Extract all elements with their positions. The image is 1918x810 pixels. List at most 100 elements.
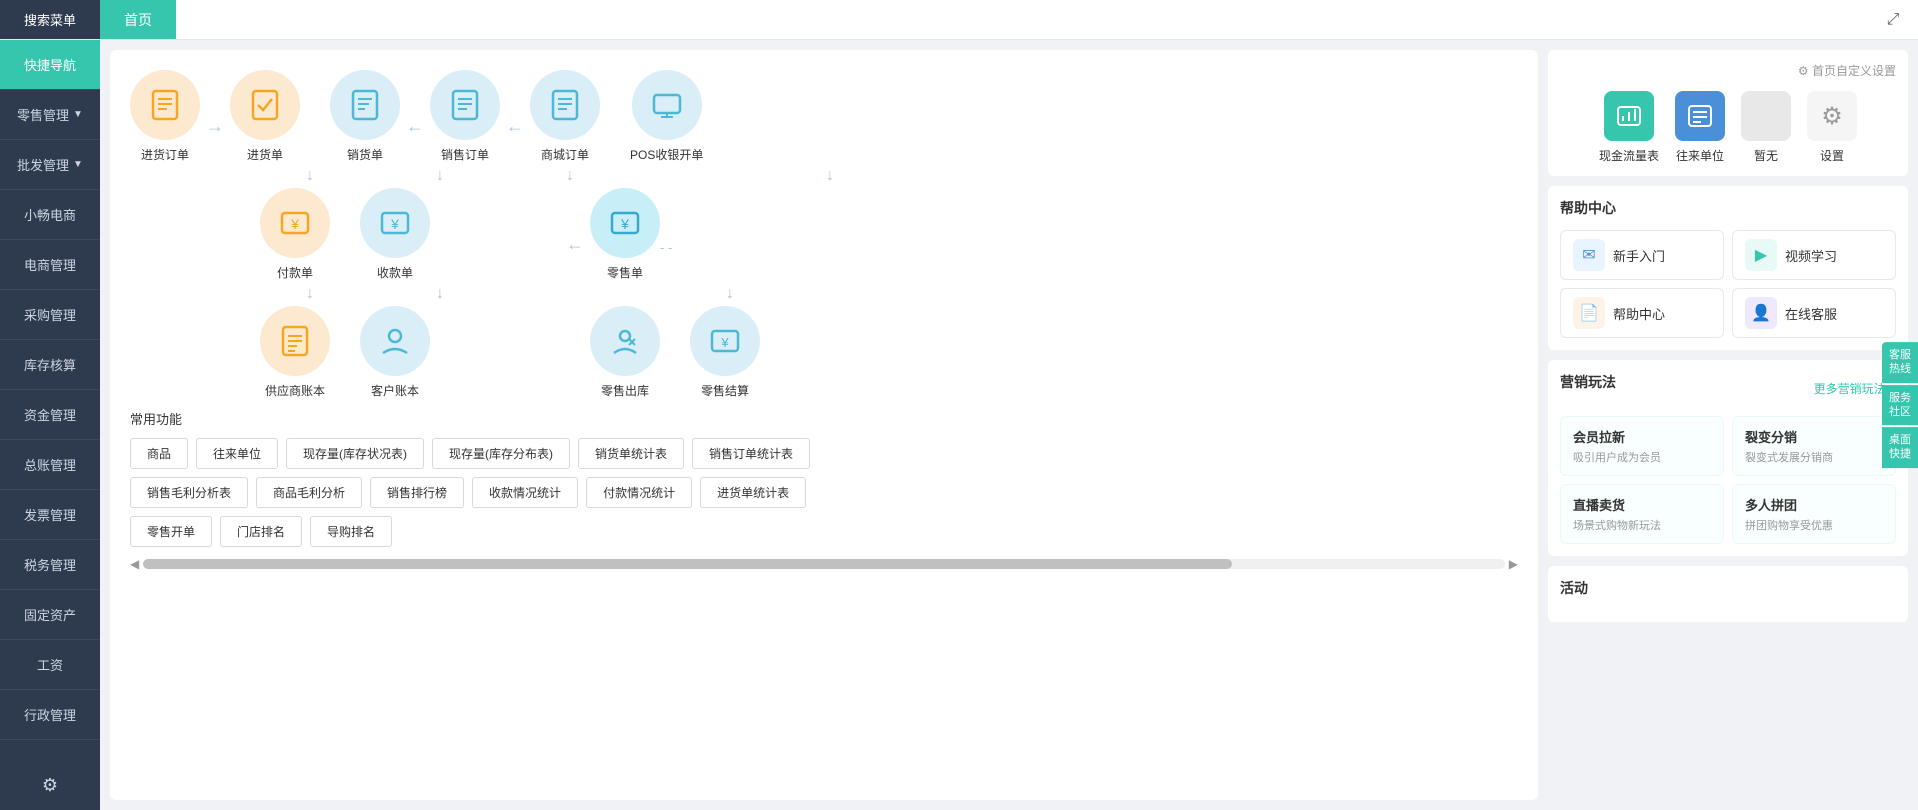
v-arrow-payment: ↓ [306,281,314,306]
sidebar-item-retail[interactable]: 零售管理 ▼ [0,90,100,140]
retail-icon: ¥ [590,188,660,258]
help-icon-icon: 📄 [1573,297,1605,329]
sidebar-item-invoice[interactable]: 发票管理 [0,490,100,540]
partners-label: 往来单位 [1676,147,1724,164]
func-btn-receipt-stats[interactable]: 收款情况统计 [472,477,578,508]
marketing-item-live[interactable]: 直播卖货 场景式购物新玩法 [1560,484,1724,544]
scroll-left[interactable]: ◀ [130,557,139,571]
func-btn-purchase-stats[interactable]: 进货单统计表 [700,477,806,508]
settings-icon[interactable]: ⚙ [0,760,100,810]
cashflow-icon [1604,91,1654,141]
scroll-right[interactable]: ▶ [1509,557,1518,571]
flow-node-purchase-order[interactable]: 进货订单 [130,70,200,163]
func-btn-goods-profit[interactable]: 商品毛利分析 [256,477,362,508]
arrow-left-1: ← [400,116,430,163]
sidebar-item-quick-nav[interactable]: 快捷导航 [0,40,100,90]
sales-icon [330,70,400,140]
group-desc: 拼团购物享受优惠 [1745,517,1883,533]
sidebar-item-purchase[interactable]: 采购管理 [0,290,100,340]
flow-node-mall-order[interactable]: 商城订单 [530,70,600,163]
func-btn-store-rank[interactable]: 门店排名 [220,516,302,547]
func-btn-partners[interactable]: 往来单位 [196,438,278,469]
flow-node-supplier-account[interactable]: 供应商账本 [260,306,330,399]
service-label: 在线客服 [1785,304,1837,323]
activity-title: 活动 [1560,578,1896,598]
float-btn-desktop[interactable]: 桌面快捷 [1882,427,1918,468]
sidebar-item-ecommerce[interactable]: 电商管理 [0,240,100,290]
marketing-title: 营销玩法 [1560,372,1616,392]
flow-node-sales-order[interactable]: 销售订单 [430,70,500,163]
sidebar-item-ecommerce-xiao[interactable]: 小畅电商 [0,190,100,240]
func-buttons-row2: 销售毛利分析表 商品毛利分析 销售排行榜 收款情况统计 付款情况统计 进货单统计… [130,477,1518,508]
quick-item-settings[interactable]: ⚙ 设置 [1807,91,1857,164]
quick-item-partners[interactable]: 往来单位 [1675,91,1725,164]
float-btn-service[interactable]: 客服热线 [1882,342,1918,383]
func-btn-goods[interactable]: 商品 [130,438,188,469]
quick-access-header[interactable]: ⚙ 首页自定义设置 [1560,62,1896,79]
video-label: 视频学习 [1785,246,1837,265]
marketing-header: 营销玩法 更多营销玩法 > [1560,372,1896,404]
flow-node-payment[interactable]: ¥ 付款单 [260,188,330,281]
marketing-item-member[interactable]: 会员拉新 吸引用户成为会员 [1560,416,1724,476]
search-menu-button[interactable]: 搜索菜单 [0,0,100,39]
flow-node-customer-account[interactable]: 客户账本 [360,306,430,399]
float-btn-community[interactable]: 服务社区 [1882,385,1918,426]
sales-label: 销货单 [347,146,383,163]
sidebar-item-admin[interactable]: 行政管理 [0,690,100,740]
marketing-item-group[interactable]: 多人拼团 拼团购物享受优惠 [1732,484,1896,544]
marketing-item-fission[interactable]: 裂变分销 裂变式发展分销商 [1732,416,1896,476]
sidebar-item-wholesale[interactable]: 批发管理 ▼ [0,140,100,190]
retail-outbound-icon [590,306,660,376]
scroll-thumb [143,559,1232,569]
help-item-help[interactable]: 📄 帮助中心 [1560,288,1724,338]
func-btn-guide-rank[interactable]: 导购排名 [310,516,392,547]
v-arrow-retail: ↓ [726,281,734,306]
empty-icon [1741,91,1791,141]
beginner-icon: ✉ [1573,239,1605,271]
flow-node-retail[interactable]: ¥ 零售单 [590,188,660,281]
arrow-icon: ▼ [73,159,83,170]
quick-access-items: 现金流量表 往来单位 暂无 ⚙ 设置 [1560,91,1896,164]
v-arrow-purchase: ↓ [306,163,314,188]
func-btn-sales-rank[interactable]: 销售排行榜 [370,477,464,508]
flow-node-pos[interactable]: POS收银开单 [630,70,703,163]
mall-order-icon [530,70,600,140]
retail-settlement-label: 零售结算 [701,382,749,399]
func-btn-stock-dist[interactable]: 现存量(库存分布表) [432,438,570,469]
func-btn-stock-status[interactable]: 现存量(库存状况表) [286,438,424,469]
settings-gear-icon: ⚙ [1807,91,1857,141]
retail-outbound-label: 零售出库 [601,382,649,399]
help-item-video[interactable]: ▶ 视频学习 [1732,230,1896,280]
flow-node-purchase[interactable]: 进货单 [230,70,300,163]
flow-node-sales[interactable]: 销货单 [330,70,400,163]
sales-order-label: 销售订单 [441,146,489,163]
scroll-track[interactable] [143,559,1505,569]
help-item-service[interactable]: 👤 在线客服 [1732,288,1896,338]
flow-node-retail-settlement[interactable]: ¥ 零售结算 [690,306,760,399]
func-btn-payment-stats[interactable]: 付款情况统计 [586,477,692,508]
quick-item-cashflow[interactable]: 现金流量表 [1599,91,1659,164]
common-func-title: 常用功能 [130,409,1518,428]
top-right: ⤢ [1878,0,1918,39]
quick-item-empty: 暂无 [1741,91,1791,164]
sidebar-item-salary[interactable]: 工资 [0,640,100,690]
sidebar-item-fixed-assets[interactable]: 固定资产 [0,590,100,640]
sidebar-item-general-ledger[interactable]: 总账管理 [0,440,100,490]
sidebar-item-tax[interactable]: 税务管理 [0,540,100,590]
quick-access-panel: ⚙ 首页自定义设置 现金流量表 往来单位 [1548,50,1908,176]
sidebar-item-finance[interactable]: 资金管理 [0,390,100,440]
func-btn-sales-profit[interactable]: 销售毛利分析表 [130,477,248,508]
sidebar-item-inventory[interactable]: 库存核算 [0,340,100,390]
receipt-icon: ¥ [360,188,430,258]
func-btn-order-stats[interactable]: 销售订单统计表 [692,438,810,469]
flow-node-retail-outbound[interactable]: 零售出库 [590,306,660,399]
supplier-account-icon [260,306,330,376]
tab-home[interactable]: 首页 [100,0,176,39]
flow-node-receipt[interactable]: ¥ 收款单 [360,188,430,281]
fullscreen-button[interactable]: ⤢ [1878,5,1908,35]
func-btn-retail-order[interactable]: 零售开单 [130,516,212,547]
activity-panel: 活动 [1548,566,1908,622]
func-btn-sales-stats[interactable]: 销货单统计表 [578,438,684,469]
main-layout: 快捷导航 零售管理 ▼ 批发管理 ▼ 小畅电商 电商管理 采购管理 库存核算 资… [0,40,1918,810]
help-item-beginner[interactable]: ✉ 新手入门 [1560,230,1724,280]
